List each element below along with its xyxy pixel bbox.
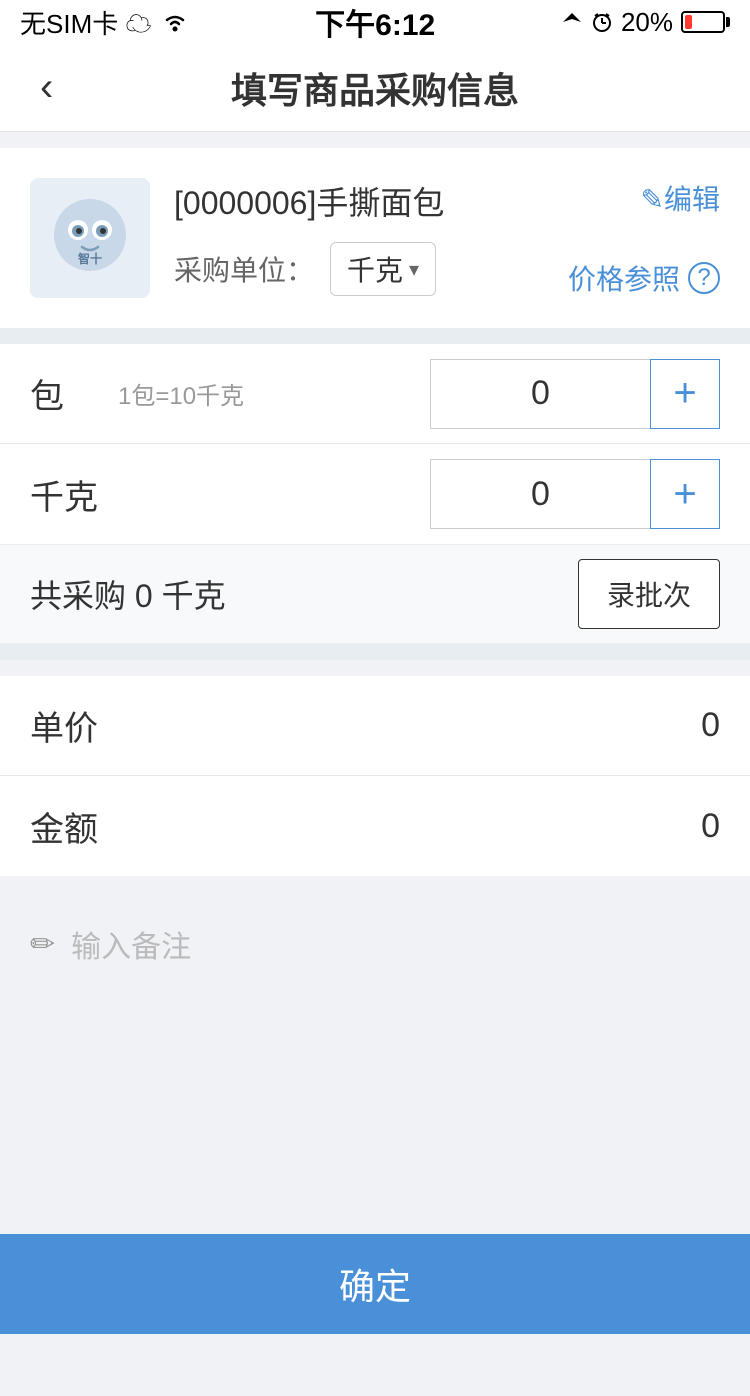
product-thumbnail: 智十 <box>30 178 150 298</box>
note-placeholder: 输入备注 <box>71 922 191 966</box>
confirm-label: 确定 <box>339 1258 411 1310</box>
bao-plus-button[interactable]: + <box>650 359 720 429</box>
unit-select[interactable]: 千克 ▾ <box>330 242 436 296</box>
total-row: 共采购 0 千克 录批次 <box>0 544 750 644</box>
separator-1 <box>0 328 750 344</box>
unit-value: 千克 <box>347 249 403 289</box>
bao-label: 包 <box>30 369 110 418</box>
bao-quantity-input[interactable] <box>430 359 650 429</box>
chevron-down-icon: ▾ <box>409 257 419 282</box>
back-button[interactable]: ‹ <box>30 55 63 120</box>
amount-row: 金额 0 <box>0 776 750 876</box>
kg-label: 千克 <box>30 470 110 519</box>
kg-input-row: 千克 + <box>0 444 750 544</box>
nav-bar: ‹ 填写商品采购信息 <box>0 44 750 132</box>
price-label: 单价 <box>30 701 98 750</box>
sim-label: 无SIM卡 ☁ <box>20 4 151 41</box>
product-card: 智十 [0000006]手撕面包 采购单位： 千克 ▾ ✎编辑 价格参照 ? <box>0 148 750 328</box>
bao-input-row: 包 1包=10千克 + <box>0 344 750 444</box>
status-bar-left: 无SIM卡 ☁ <box>20 4 189 41</box>
unit-label: 采购单位： <box>174 249 314 289</box>
status-bar-time: 下午6:12 <box>315 0 435 44</box>
price-ref-label: 价格参照 <box>568 258 680 298</box>
amount-label: 金额 <box>30 802 98 851</box>
detail-section: 单价 0 金额 0 <box>0 676 750 876</box>
alarm-icon <box>591 11 613 33</box>
wifi-icon <box>161 12 189 32</box>
amount-value: 0 <box>701 807 720 846</box>
edit-button[interactable]: ✎编辑 <box>641 178 720 218</box>
separator-2 <box>0 644 750 660</box>
content-spacer <box>0 996 750 1396</box>
price-row: 单价 0 <box>0 676 750 776</box>
battery-percent: 20% <box>621 7 673 38</box>
input-section: 包 1包=10千克 + 千克 + <box>0 344 750 544</box>
total-label: 共采购 0 千克 <box>30 571 226 617</box>
product-name: [0000006]手撕面包 <box>174 178 720 224</box>
battery-icon <box>681 11 730 33</box>
record-batch-button[interactable]: 录批次 <box>578 559 720 629</box>
status-bar: 无SIM卡 ☁ 下午6:12 20% <box>0 0 750 44</box>
pencil-icon: ✏ <box>30 927 55 962</box>
kg-quantity-input[interactable] <box>430 459 650 529</box>
confirm-button[interactable]: 确定 <box>0 1234 750 1334</box>
bao-input-right: + <box>430 359 720 429</box>
bao-sub-label: 1包=10千克 <box>118 376 244 411</box>
kg-input-right: + <box>430 459 720 529</box>
help-icon[interactable]: ? <box>688 262 720 294</box>
product-logo: 智十 <box>50 195 130 282</box>
price-ref-button[interactable]: 价格参照 ? <box>568 258 720 298</box>
status-bar-right: 20% <box>561 7 730 38</box>
kg-plus-button[interactable]: + <box>650 459 720 529</box>
location-icon <box>561 11 583 33</box>
svg-text:智十: 智十 <box>77 251 102 266</box>
price-value: 0 <box>701 706 720 745</box>
page-title: 填写商品采购信息 <box>231 62 519 114</box>
note-section[interactable]: ✏ 输入备注 <box>0 892 750 996</box>
